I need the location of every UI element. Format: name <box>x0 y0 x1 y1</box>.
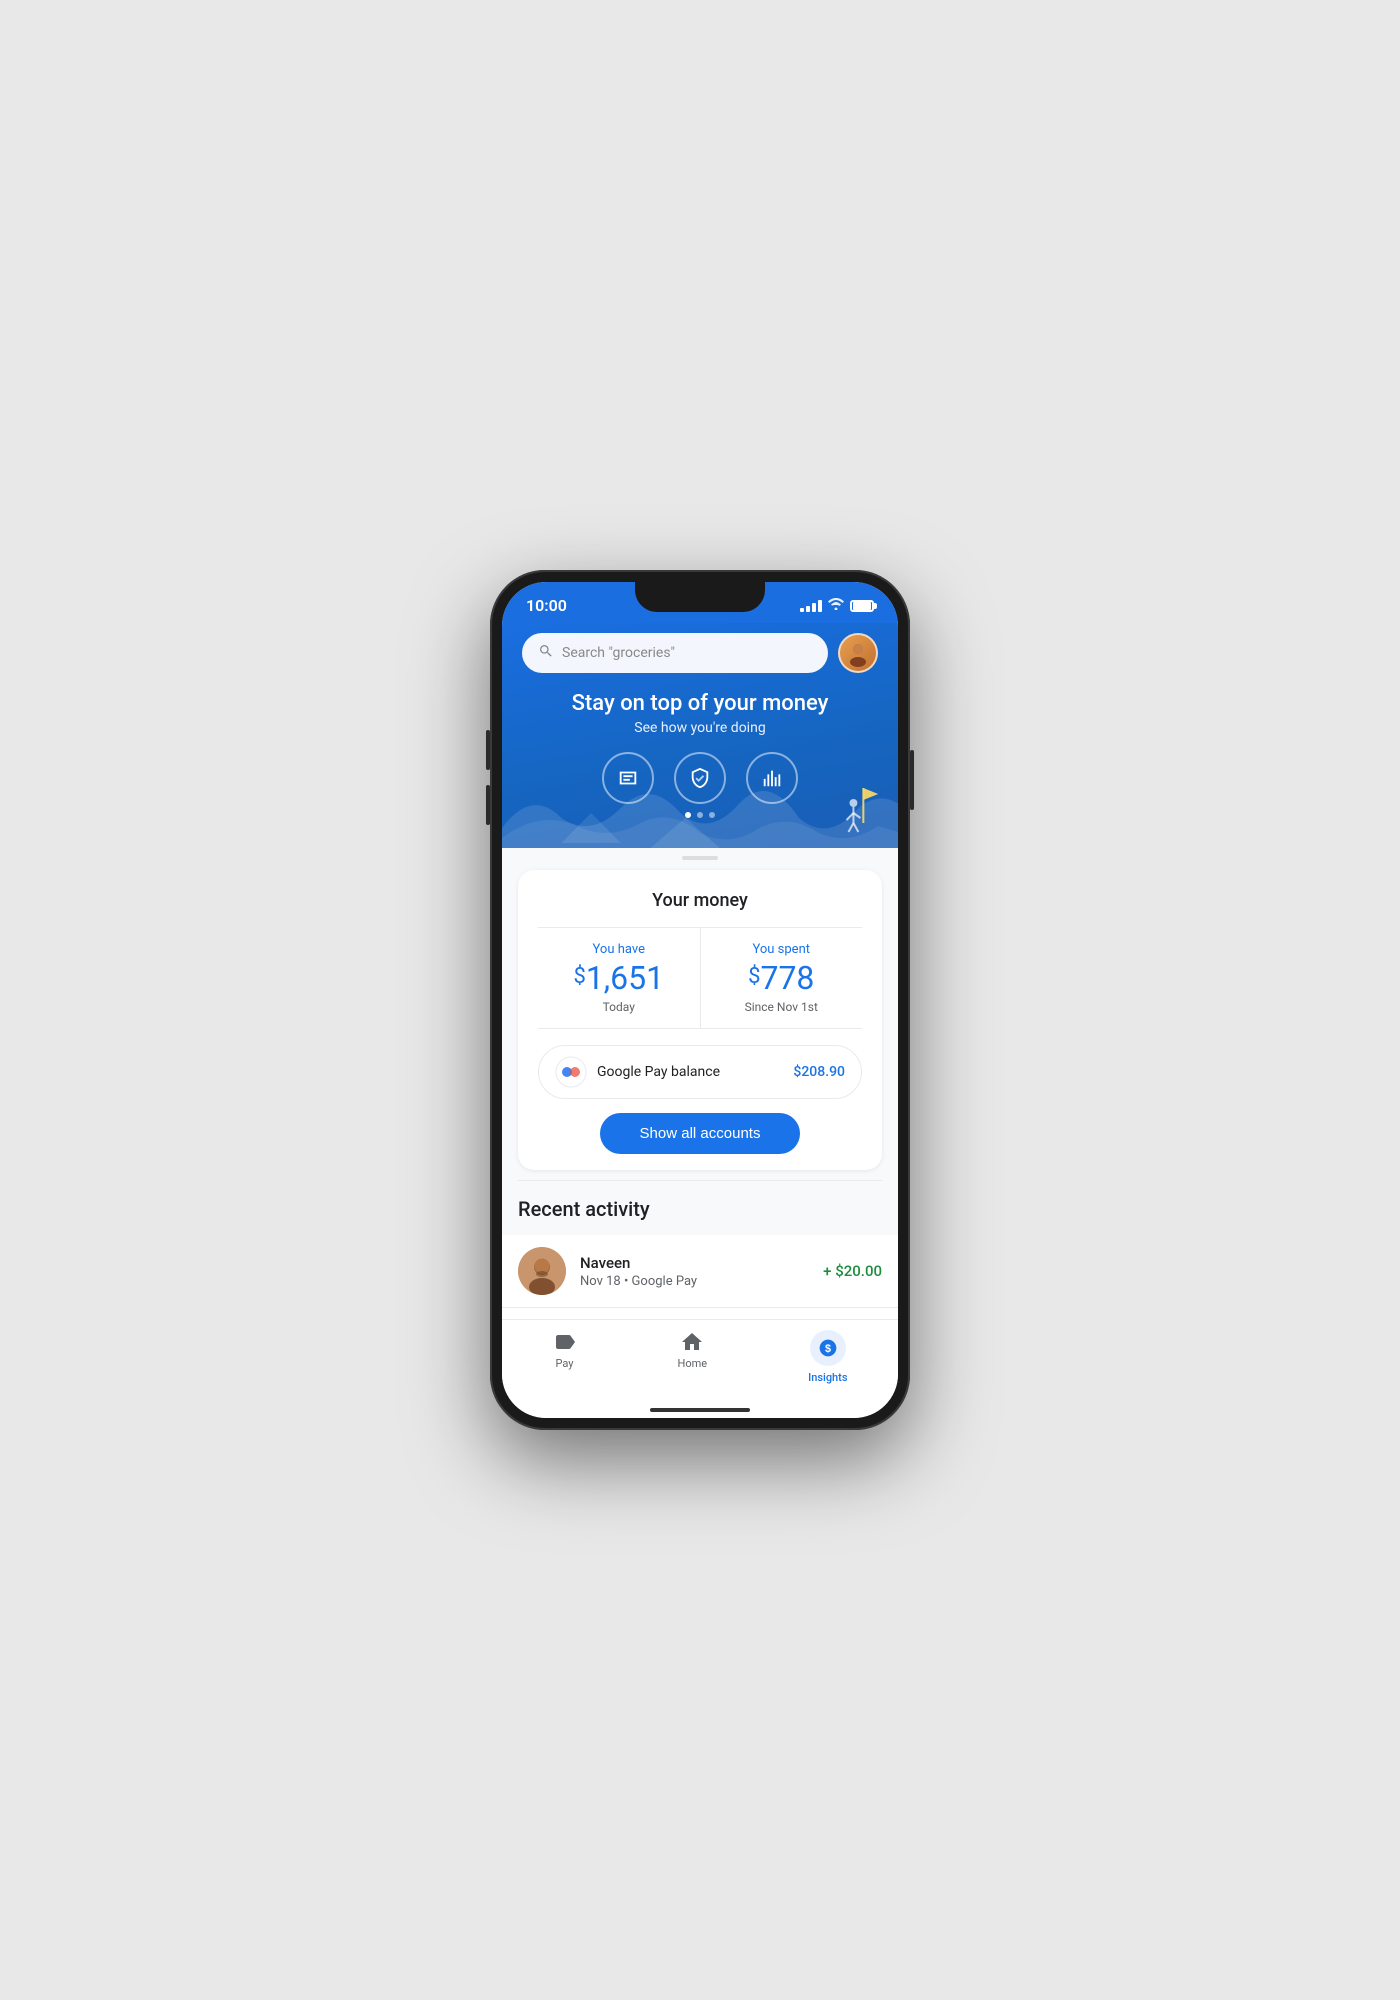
pull-bar <box>502 848 898 860</box>
wifi-icon <box>828 598 844 614</box>
blue-header: Search "groceries" Stay on top of you <box>502 623 898 848</box>
money-section: Your money You have $1,651 Today You spe… <box>518 870 882 1170</box>
you-spent-period: Since Nov 1st <box>711 1000 853 1014</box>
nav-insights-label: Insights <box>808 1371 847 1384</box>
you-have-label: You have <box>548 942 690 957</box>
search-icon <box>538 643 554 663</box>
content-area[interactable]: Your money You have $1,651 Today You spe… <box>502 848 898 1319</box>
nav-home-label: Home <box>678 1357 708 1370</box>
nav-insights[interactable]: $ Insights <box>808 1330 847 1384</box>
header-illustration <box>502 768 898 848</box>
signal-icon <box>800 600 822 612</box>
power-button <box>910 750 914 810</box>
pay-icon <box>553 1330 577 1354</box>
phone-screen: 10:00 <box>502 582 898 1418</box>
search-row: Search "groceries" <box>522 633 878 673</box>
naveen-info: Naveen Nov 18 • Google Pay <box>580 1254 809 1289</box>
recent-activity-title: Recent activity <box>518 1197 882 1221</box>
insights-active-indicator: $ <box>810 1330 846 1366</box>
status-icons <box>800 598 874 614</box>
naveen-name: Naveen <box>580 1254 809 1272</box>
status-time: 10:00 <box>526 596 567 615</box>
vol-up-button <box>486 730 490 770</box>
you-spent-amount: $778 <box>711 961 853 996</box>
you-spent-label: You spent <box>711 942 853 957</box>
hero-section: Stay on top of your money See how you're… <box>522 691 878 736</box>
naveen-date: Nov 18 • Google Pay <box>580 1274 809 1289</box>
hero-subtitle: See how you're doing <box>522 720 878 736</box>
gpay-balance-row[interactable]: Google Pay balance $208.90 <box>538 1045 862 1099</box>
avatar-image <box>840 635 876 671</box>
gpay-amount: $208.90 <box>793 1064 845 1080</box>
nav-pay-label: Pay <box>556 1357 574 1370</box>
naveen-avatar <box>518 1247 566 1295</box>
battery-icon <box>850 600 874 612</box>
status-bar: 10:00 <box>502 582 898 623</box>
you-have-column: You have $1,651 Today <box>538 928 701 1028</box>
nav-home[interactable]: Home <box>678 1330 708 1384</box>
you-have-period: Today <box>548 1000 690 1014</box>
show-all-accounts-button[interactable]: Show all accounts <box>600 1113 801 1154</box>
activity-item-naveen[interactable]: Naveen Nov 18 • Google Pay + $20.00 <box>502 1235 898 1308</box>
nav-pay[interactable]: Pay <box>553 1330 577 1384</box>
recent-activity-section: Recent activity <box>502 1181 898 1221</box>
home-icon <box>680 1330 704 1354</box>
vol-down-button <box>486 785 490 825</box>
you-spent-column: You spent $778 Since Nov 1st <box>701 928 863 1028</box>
home-indicator <box>502 1404 898 1418</box>
bottom-navigation: Pay Home $ Insights <box>502 1319 898 1404</box>
pull-indicator <box>682 856 718 860</box>
money-split-row: You have $1,651 Today You spent $778 Sin… <box>538 927 862 1029</box>
money-section-title: Your money <box>538 890 862 911</box>
search-bar[interactable]: Search "groceries" <box>522 633 828 673</box>
you-have-amount: $1,651 <box>548 961 690 996</box>
notch-cutout <box>635 582 765 612</box>
gpay-label: Google Pay balance <box>597 1064 720 1080</box>
home-bar <box>650 1408 750 1412</box>
phone-frame: 10:00 <box>490 570 910 1430</box>
gpay-left: Google Pay balance <box>555 1056 720 1088</box>
activity-item-target[interactable]: Target Oct 29 $312.70 <box>502 1308 898 1319</box>
svg-text:$: $ <box>825 1343 831 1355</box>
show-accounts-button-wrapper: Show all accounts <box>538 1113 862 1154</box>
hero-title: Stay on top of your money <box>522 691 878 716</box>
gpay-icon <box>555 1056 587 1088</box>
dollar-sign-spent: $ <box>748 965 760 989</box>
dollar-sign-have: $ <box>573 965 585 989</box>
user-avatar[interactable] <box>838 633 878 673</box>
naveen-amount: + $20.00 <box>823 1262 882 1280</box>
insights-icon: $ <box>818 1338 838 1358</box>
search-placeholder-text: Search "groceries" <box>562 645 675 661</box>
